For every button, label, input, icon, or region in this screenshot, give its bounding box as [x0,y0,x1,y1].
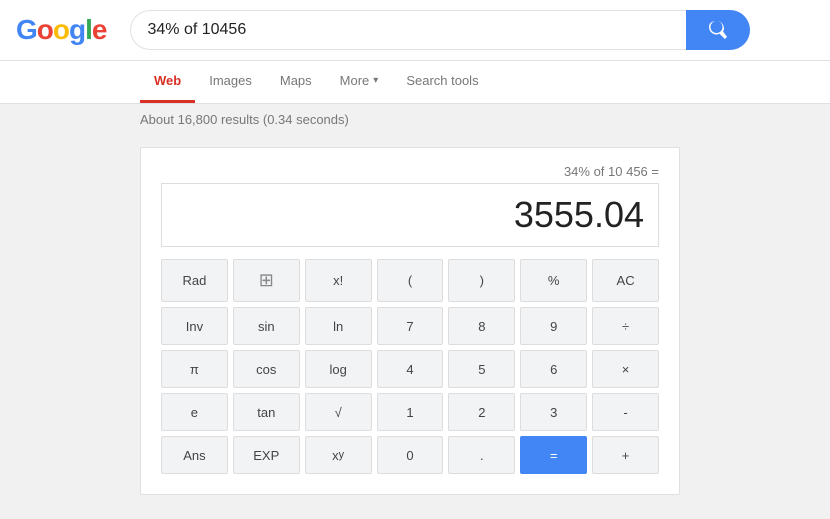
calc-btn-close-paren[interactable]: ) [448,259,515,302]
calc-btn-subtract[interactable]: - [592,393,659,431]
nav-item-maps[interactable]: Maps [266,61,326,103]
calc-btn-inv[interactable]: Inv [161,307,228,345]
calc-btn-grid[interactable]: ⊞ [233,259,300,302]
google-logo: Google [16,14,106,46]
calc-btn-power[interactable]: xy [305,436,372,474]
calc-btn-exp[interactable]: EXP [233,436,300,474]
calc-btn-5[interactable]: 5 [448,350,515,388]
chevron-down-icon: ▾ [373,75,378,86]
calc-btn-cos[interactable]: cos [233,350,300,388]
calc-btn-multiply[interactable]: × [592,350,659,388]
nav-item-images[interactable]: Images [195,61,266,103]
search-input[interactable]: 34% of 10456 [130,10,686,50]
calc-display: 3555.04 [161,183,659,247]
calc-btn-2[interactable]: 2 [448,393,515,431]
calc-btn-open-paren[interactable]: ( [377,259,444,302]
calc-btn-4[interactable]: 4 [377,350,444,388]
calc-btn-tan[interactable]: tan [233,393,300,431]
nav: Web Images Maps More ▾ Search tools [0,61,830,104]
search-icon [709,21,727,39]
header: Google 34% of 10456 [0,0,830,61]
calculator-area: 34% of 10 456 = 3555.04 Rad ⊞ x! ( ) % A… [0,135,830,507]
calc-btn-3[interactable]: 3 [520,393,587,431]
calc-btn-6[interactable]: 6 [520,350,587,388]
calc-btn-factorial[interactable]: x! [305,259,372,302]
calc-btn-pi[interactable]: π [161,350,228,388]
calc-btn-log[interactable]: log [305,350,372,388]
calc-btn-rad[interactable]: Rad [161,259,228,302]
nav-item-more[interactable]: More ▾ [326,61,393,103]
calc-btn-7[interactable]: 7 [377,307,444,345]
calc-btn-1[interactable]: 1 [377,393,444,431]
search-button[interactable] [686,10,750,50]
calc-btn-add[interactable]: + [592,436,659,474]
nav-item-search-tools[interactable]: Search tools [392,61,492,103]
calc-btn-8[interactable]: 8 [448,307,515,345]
calc-btn-ac[interactable]: AC [592,259,659,302]
calc-btn-dot[interactable]: . [448,436,515,474]
search-bar: 34% of 10456 [130,10,750,50]
calc-grid: Rad ⊞ x! ( ) % AC Inv sin ln 7 8 9 ÷ π c… [161,259,659,474]
calc-expression: 34% of 10 456 = [161,164,659,179]
calc-btn-equals[interactable]: = [520,436,587,474]
calc-btn-sqrt[interactable]: √ [305,393,372,431]
calc-btn-9[interactable]: 9 [520,307,587,345]
calc-btn-sin[interactable]: sin [233,307,300,345]
calc-btn-e[interactable]: e [161,393,228,431]
nav-item-web[interactable]: Web [140,61,195,103]
calculator-card: 34% of 10 456 = 3555.04 Rad ⊞ x! ( ) % A… [140,147,680,495]
calc-btn-percent[interactable]: % [520,259,587,302]
calc-btn-divide[interactable]: ÷ [592,307,659,345]
results-info: About 16,800 results (0.34 seconds) [0,104,830,135]
calc-btn-ans[interactable]: Ans [161,436,228,474]
calc-btn-0[interactable]: 0 [377,436,444,474]
calc-btn-ln[interactable]: ln [305,307,372,345]
